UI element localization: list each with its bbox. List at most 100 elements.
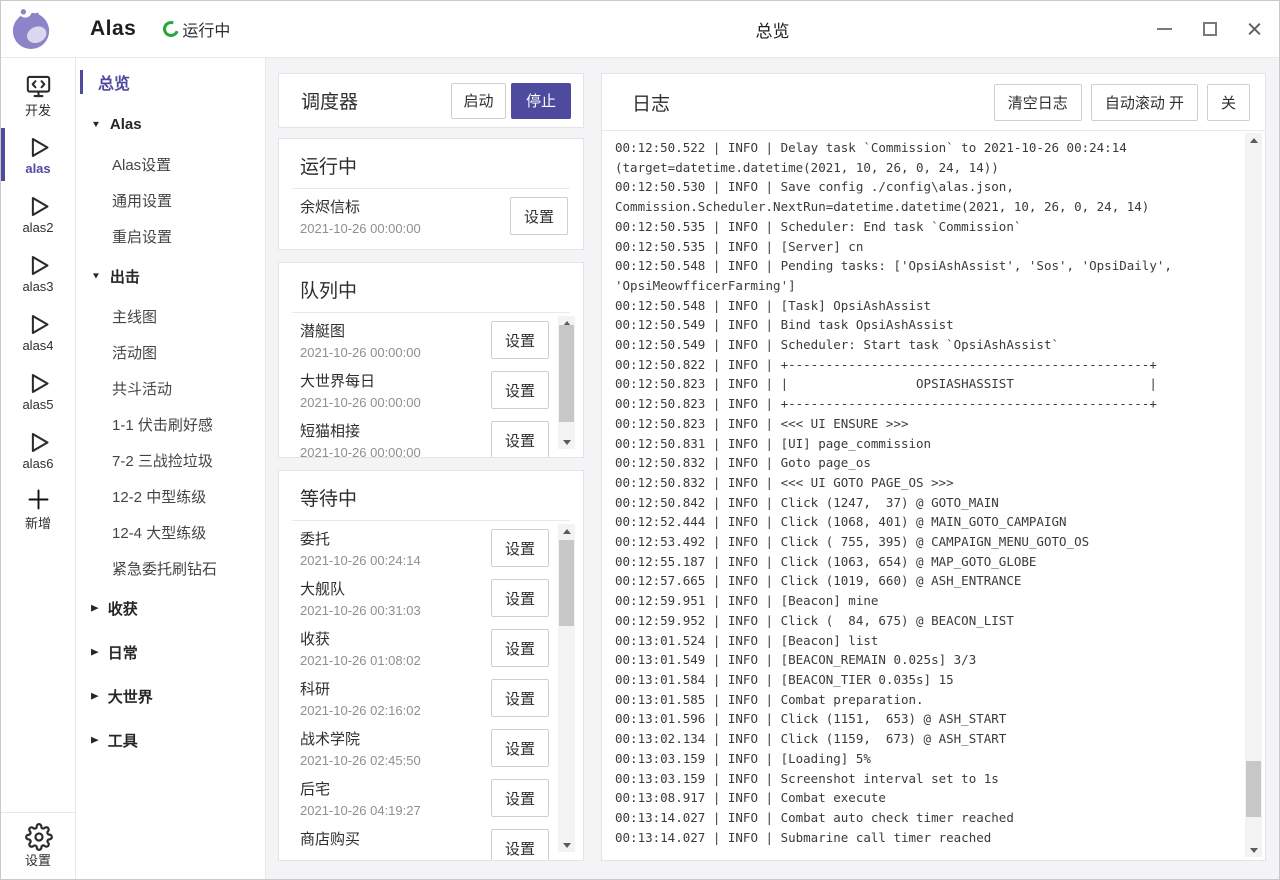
menu-item-map-7-2-scrap[interactable]: 7-2 三战捡垃圾 [76, 442, 265, 478]
app-body: 开发alasalas2alas3alas4alas5alas6新增 设置 总览▼… [1, 58, 1279, 879]
pending-scrollbar-thumb[interactable] [559, 325, 574, 422]
maximize-button[interactable] [1187, 1, 1232, 57]
scroll-up-arrow-icon[interactable] [1245, 133, 1262, 147]
play-icon [25, 311, 52, 338]
task-name: 收获 [300, 629, 505, 650]
menu-group-alas-group[interactable]: ▼Alas [76, 102, 265, 146]
task-settings-button[interactable]: 设置 [491, 779, 549, 817]
code-monitor-icon [25, 73, 52, 100]
task-next-run-time: 2021-10-26 00:00:00 [300, 220, 505, 238]
chevron-down-icon: ▼ [91, 119, 101, 129]
active-indicator [1, 128, 5, 181]
task-name: 大世界每日 [300, 371, 505, 392]
minimize-button[interactable] [1142, 1, 1187, 57]
task-settings-button[interactable]: 设置 [491, 529, 549, 567]
task-settings-button[interactable]: 设置 [491, 421, 549, 457]
minimize-icon [1157, 28, 1172, 30]
app-window: Alas 运行中 总览 × 开发alasalas2alas3alas4 alas5… [0, 0, 1280, 880]
menu-item-label: Alas设置 [112, 154, 171, 175]
task-row: 委托2021-10-26 00:24:14设置 [279, 523, 583, 573]
log-title: 日志 [632, 89, 985, 116]
rail-item-add-new[interactable]: 新增 [1, 479, 75, 538]
menu-group-label: 收获 [108, 598, 138, 619]
clear-log-button[interactable]: 清空日志 [994, 84, 1082, 121]
menu-item-coalition-event[interactable]: 共斗活动 [76, 370, 265, 406]
log-scrollbar[interactable] [1245, 133, 1262, 857]
task-name: 战术学院 [300, 729, 505, 750]
menu-group-os-group[interactable]: ▶大世界 [76, 674, 265, 718]
menu-item-event-map[interactable]: 活动图 [76, 334, 265, 370]
menu-item-map-12-4-leveling[interactable]: 12-4 大型练级 [76, 514, 265, 550]
task-settings-button[interactable]: 设置 [491, 321, 549, 359]
rail-item-alas6[interactable]: alas6 [1, 420, 75, 479]
gear-icon [25, 823, 52, 850]
scroll-down-arrow-icon[interactable] [558, 435, 575, 449]
menu-item-overview[interactable]: 总览 [76, 62, 265, 102]
task-settings-button[interactable]: 设置 [491, 829, 549, 860]
menu-item-restart-settings[interactable]: 重启设置 [76, 218, 265, 254]
close-icon: × [1247, 16, 1263, 43]
scheduler-column: 调度器 启动 停止 运行中 余烬信标2021-10-26 00:00:00设置 … [278, 73, 584, 879]
rail-item-alas2[interactable]: alas2 [1, 184, 75, 243]
task-next-run-time: 2021-10-26 04:19:27 [300, 802, 505, 820]
menu-item-urgent-commission-diamond[interactable]: 紧急委托刷钻石 [76, 550, 265, 586]
log-scrollbar-thumb[interactable] [1246, 761, 1261, 817]
waiting-scrollbar-thumb[interactable] [559, 540, 574, 626]
task-row: 余烬信标 2021-10-26 00:00:00 设置 [279, 191, 583, 241]
scroll-up-arrow-icon[interactable] [558, 524, 575, 538]
task-next-run-time: 2021-10-26 00:00:00 [300, 444, 505, 457]
task-settings-button[interactable]: 设置 [491, 371, 549, 409]
task-settings-button[interactable]: 设置 [491, 579, 549, 617]
task-settings-button[interactable]: 设置 [510, 197, 568, 235]
task-settings-button[interactable]: 设置 [491, 679, 549, 717]
task-row: 收获2021-10-26 01:08:02设置 [279, 623, 583, 673]
task-name: 余烬信标 [300, 197, 505, 218]
task-settings-button[interactable]: 设置 [491, 629, 549, 667]
status-label: 运行中 [182, 17, 230, 41]
menu-item-map-1-1-favor[interactable]: 1-1 伏击刷好感 [76, 406, 265, 442]
plus-icon [25, 486, 52, 513]
rail-item-settings[interactable]: 设置 [1, 812, 75, 879]
chevron-right-icon: ▶ [91, 603, 99, 613]
task-next-run-time: 2021-10-26 02:45:50 [300, 752, 505, 770]
rail-item-alas4[interactable]: alas4 [1, 302, 75, 361]
waiting-scrollbar[interactable] [558, 524, 575, 852]
scroll-down-arrow-icon[interactable] [1245, 843, 1262, 857]
task-next-run-time: 2021-10-26 00:31:03 [300, 602, 505, 620]
autoscroll-off-button[interactable]: 关 [1207, 84, 1250, 121]
menu-item-label: 活动图 [112, 342, 157, 363]
task-name: 短猫相接 [300, 421, 505, 442]
menu-item-alas-settings[interactable]: Alas设置 [76, 146, 265, 182]
task-row: 战术学院 2021-10-26 02:45:50设置 [279, 723, 583, 773]
task-row: 潜艇图2021-10-26 00:00:00设置 [279, 315, 583, 365]
menu-item-main-chapter[interactable]: 主线图 [76, 298, 265, 334]
autoscroll-on-button[interactable]: 自动滚动 开 [1091, 84, 1198, 121]
play-icon [25, 370, 52, 397]
menu-group-tools-group[interactable]: ▶工具 [76, 718, 265, 762]
rail-item-dev[interactable]: 开发 [1, 66, 75, 125]
menu-group-harvest-group[interactable]: ▶ 收获 [76, 586, 265, 630]
menu-group-label: 大世界 [108, 686, 153, 707]
menu-item-general-settings[interactable]: 通用设置 [76, 182, 265, 218]
pending-scrollbar[interactable] [558, 316, 575, 449]
rail-item-label: alas5 [22, 397, 53, 412]
stop-button[interactable]: 停止 [511, 83, 571, 119]
window-title: 总览 [266, 17, 1279, 42]
close-button[interactable]: × [1232, 1, 1277, 57]
pending-panel: 队列中 潜艇图2021-10-26 00:00:00设置大世界每日2021-10… [278, 262, 584, 458]
rail-item-alas3[interactable]: alas3 [1, 243, 75, 302]
rail-item-alas[interactable]: alas [1, 125, 75, 184]
menu-group-sortie-group[interactable]: ▼出击 [76, 254, 265, 298]
menu-item-map-12-2-leveling[interactable]: 12-2 中型练级 [76, 478, 265, 514]
scroll-down-arrow-icon[interactable] [558, 838, 575, 852]
chevron-down-icon: ▼ [91, 271, 101, 281]
scheduler-title: 调度器 [301, 87, 451, 114]
start-button[interactable]: 启动 [451, 83, 506, 119]
title-bar: Alas 运行中 总览 × [1, 1, 1279, 58]
rail-item-alas5[interactable]: alas5 [1, 361, 75, 420]
task-settings-button[interactable]: 设置 [491, 729, 549, 767]
task-row: 大世界每日2021-10-26 00:00:00设置 [279, 365, 583, 415]
task-next-run-time: 2021-10-26 00:24:14 [300, 552, 505, 570]
menu-group-daily-group[interactable]: ▶日常 [76, 630, 265, 674]
instance-rail: 开发alasalas2alas3alas4 alas5 alas6新增 设置 [1, 58, 76, 879]
